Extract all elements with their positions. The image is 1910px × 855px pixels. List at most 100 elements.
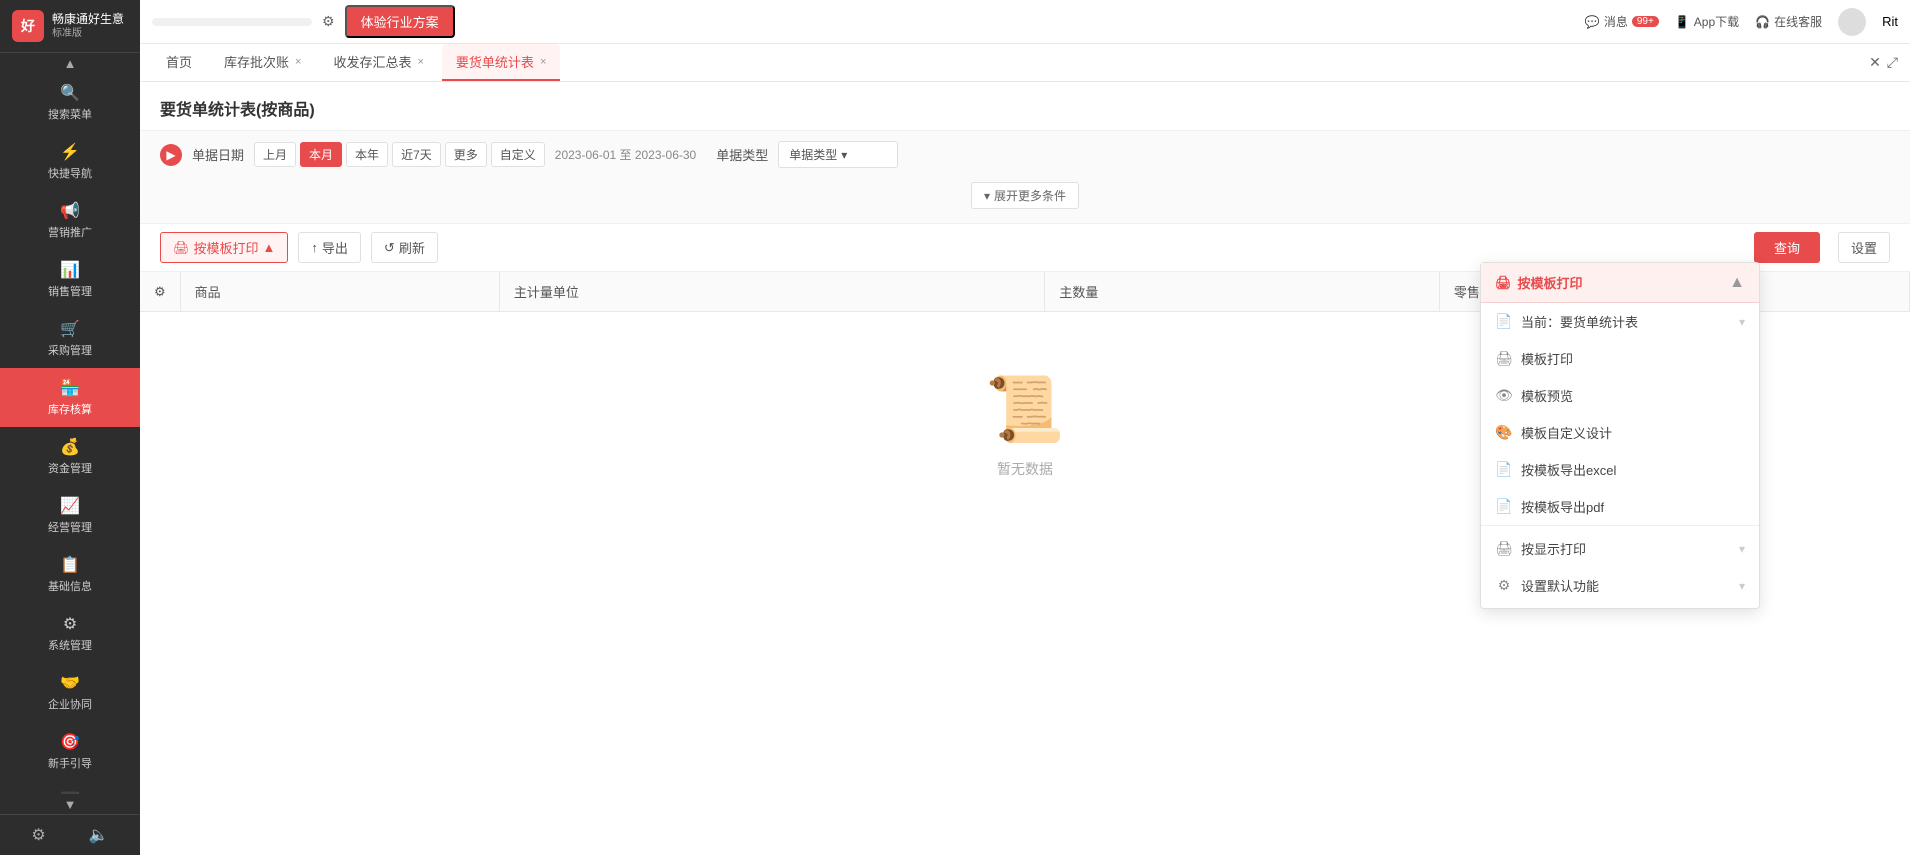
col-header-unit: 主计量单位 xyxy=(499,272,1044,312)
tab-库存批次账[interactable]: 库存批次账× xyxy=(210,44,315,81)
volume-icon[interactable]: 🔈 xyxy=(89,825,109,845)
trial-button[interactable]: 体验行业方案 xyxy=(345,5,455,38)
tabs-bar: 首页库存批次账×收发存汇总表× 要货单统计表 × ✕ ⤢ xyxy=(140,44,1910,82)
nav-icon: 🛒 xyxy=(60,319,80,339)
dropdown-item-按模板导出pdf[interactable]: 📄按模板导出pdf xyxy=(1481,488,1759,525)
headset-icon: 🎧 xyxy=(1755,15,1770,29)
online-service-action[interactable]: 🎧 在线客服 xyxy=(1755,13,1822,30)
sidebar-item-基础信息[interactable]: 📋基础信息 xyxy=(0,545,140,604)
refresh-icon: ↺ xyxy=(384,240,395,256)
date-buttons: 上月本月本年近7天更多自定义 xyxy=(254,142,545,167)
filter-expand-button[interactable]: ▶ xyxy=(160,144,182,166)
sidebar-item-搜索菜单[interactable]: 🔍 搜索菜单 xyxy=(0,73,140,132)
sidebar-item-经营管理[interactable]: 📈经营管理 xyxy=(0,486,140,545)
query-button[interactable]: 查询 xyxy=(1754,232,1820,263)
top-bar-search[interactable] xyxy=(152,18,312,26)
sidebar-item-系统管理[interactable]: ⚙ 系统管理 xyxy=(0,604,140,663)
section-arrow-icon: ▾ xyxy=(1739,542,1745,556)
sidebar-item-库存核算[interactable]: 🏪 库存核算 xyxy=(0,368,140,427)
dropdown-section-item-设置默认功能[interactable]: ⚙设置默认功能▾ xyxy=(1481,567,1759,604)
nav-label: 快捷导航 xyxy=(48,165,92,181)
sidebar-item-应用中心[interactable]: 🔲应用中心 xyxy=(0,781,140,794)
tab-close-icon[interactable]: × xyxy=(295,56,301,68)
app-version: 标准版 xyxy=(52,27,124,40)
dropdown-item-label: 模板预览 xyxy=(1521,386,1745,405)
empty-illustration: 📜 xyxy=(985,372,1065,447)
maximize-icon[interactable]: ⤢ xyxy=(1887,54,1898,71)
date-range: 2023-06-01 至 2023-06-30 xyxy=(555,146,696,163)
tab-close-icon[interactable]: × xyxy=(540,56,546,68)
expand-more-button[interactable]: ▾ 展开更多条件 xyxy=(971,182,1079,209)
nav-label: 搜索菜单 xyxy=(48,106,92,122)
nav-icon: 📋 xyxy=(60,555,80,575)
refresh-button[interactable]: ↺ 刷新 xyxy=(371,232,438,263)
print-dropdown-title: 🖨 按模板打印 xyxy=(1495,273,1583,292)
date-btn-上月[interactable]: 上月 xyxy=(254,142,296,167)
nav-label: 营销推广 xyxy=(48,224,92,240)
section-item-icon: 🖨 xyxy=(1495,540,1513,557)
dropdown-item-模板自定义设计[interactable]: 🎨模板自定义设计 xyxy=(1481,414,1759,451)
section-arrow-icon: ▾ xyxy=(1739,579,1745,593)
date-btn-自定义[interactable]: 自定义 xyxy=(491,142,545,167)
nav-icon: 🎯 xyxy=(60,732,80,752)
app-download-action[interactable]: 📱 App下载 xyxy=(1675,13,1739,30)
tab-收发存汇总表[interactable]: 收发存汇总表× xyxy=(319,44,437,81)
sidebar-item-采购管理[interactable]: 🛒采购管理 xyxy=(0,309,140,368)
export-button[interactable]: ↑ 导出 xyxy=(298,232,361,263)
date-btn-近7天[interactable]: 近7天 xyxy=(392,142,441,167)
tab-close-icon[interactable]: × xyxy=(417,56,423,68)
date-btn-本年[interactable]: 本年 xyxy=(346,142,388,167)
dropdown-item-模板预览[interactable]: 👁 模板预览 xyxy=(1481,377,1759,414)
message-action[interactable]: 💬 消息 99+ xyxy=(1585,13,1659,30)
date-btn-更多[interactable]: 更多 xyxy=(445,142,487,167)
section-item-label: 设置默认功能 xyxy=(1521,576,1731,595)
nav-icon: 🔍 xyxy=(60,83,80,103)
chevron-down-icon: ▾ xyxy=(984,189,990,203)
tab-首页[interactable]: 首页 xyxy=(152,44,206,81)
avatar[interactable] xyxy=(1838,8,1866,36)
sidebar-item-资金管理[interactable]: 💰资金管理 xyxy=(0,427,140,486)
type-placeholder: 单据类型 xyxy=(789,146,837,163)
sidebar-scroll-down[interactable]: ▼ xyxy=(0,794,140,814)
dropdown-item-icon: 📄 xyxy=(1495,461,1513,478)
tab-label: 要货单统计表 xyxy=(456,52,534,71)
col-header-qty: 主数量 xyxy=(1045,272,1440,312)
export-icon: ↑ xyxy=(311,240,318,255)
dropdown-current-template[interactable]: 📄 当前：要货单统计表 ▾ xyxy=(1481,303,1759,340)
date-btn-本月[interactable]: 本月 xyxy=(300,142,342,167)
print-button[interactable]: 🖨 按模板打印 ▲ xyxy=(160,232,288,263)
nav-icon: 🏪 xyxy=(60,378,80,398)
dropdown-item-icon: 👁 xyxy=(1495,387,1513,404)
type-select[interactable]: 单据类型 ▾ xyxy=(778,141,898,168)
dropdown-section-item-按显示打印[interactable]: 🖨按显示打印▾ xyxy=(1481,530,1759,567)
nav-label: 库存核算 xyxy=(48,401,92,417)
sidebar-item-销售管理[interactable]: 📊销售管理 xyxy=(0,250,140,309)
nav-label: 新手引导 xyxy=(48,755,92,771)
sidebar-nav: 🔍 搜索菜单 ⚡快捷导航📢营销推广📊销售管理🛒采购管理 🏪 库存核算 💰资金管理📈经营管理… xyxy=(0,73,140,794)
app-download-icon: 📱 xyxy=(1675,15,1690,29)
top-bar-gear-icon[interactable]: ⚙ xyxy=(322,13,335,30)
online-service-label: 在线客服 xyxy=(1774,13,1822,30)
sidebar-item-企业协同[interactable]: 🤝企业协同 xyxy=(0,663,140,722)
nav-icon: ⚙ xyxy=(63,614,77,634)
print-dropdown: 🖨 按模板打印 ▲ 📄 当前：要货单统计表 ▾ 🖨模板打印 👁 模板预览 🎨模板自定义… xyxy=(1480,262,1760,609)
app-name: 畅康通好生意 xyxy=(52,12,124,28)
sidebar: 好 畅康通好生意 标准版 ▲ 🔍搜索菜单⚡快捷导航📢营销推广📊销售管理🛒采购管理… xyxy=(0,0,140,855)
dropdown-item-按模板导出excel[interactable]: 📄按模板导出excel xyxy=(1481,451,1759,488)
close-window-icon[interactable]: ✕ xyxy=(1869,54,1881,71)
sidebar-scroll-up[interactable]: ▲ xyxy=(0,53,140,73)
print-dropdown-close-button[interactable]: ▲ xyxy=(1729,274,1745,292)
print-label: 按模板打印 xyxy=(194,238,259,257)
sidebar-item-营销推广[interactable]: 📢营销推广 xyxy=(0,191,140,250)
nav-icon: 💰 xyxy=(60,437,80,457)
settings-button[interactable]: 设置 xyxy=(1838,232,1890,263)
tab-要货单统计表[interactable]: 要货单统计表 × xyxy=(442,44,560,81)
dropdown-item-模板打印[interactable]: 🖨模板打印 xyxy=(1481,340,1759,377)
nav-label: 系统管理 xyxy=(48,637,92,653)
settings-icon[interactable]: ⚙ xyxy=(31,825,45,845)
dropdown-item-icon: 🖨 xyxy=(1495,350,1513,367)
page-header: 要货单统计表(按商品) xyxy=(140,82,1910,131)
sidebar-item-新手引导[interactable]: 🎯 新手引导 xyxy=(0,722,140,781)
nav-icon: 📈 xyxy=(60,496,80,516)
sidebar-item-快捷导航[interactable]: ⚡快捷导航 xyxy=(0,132,140,191)
